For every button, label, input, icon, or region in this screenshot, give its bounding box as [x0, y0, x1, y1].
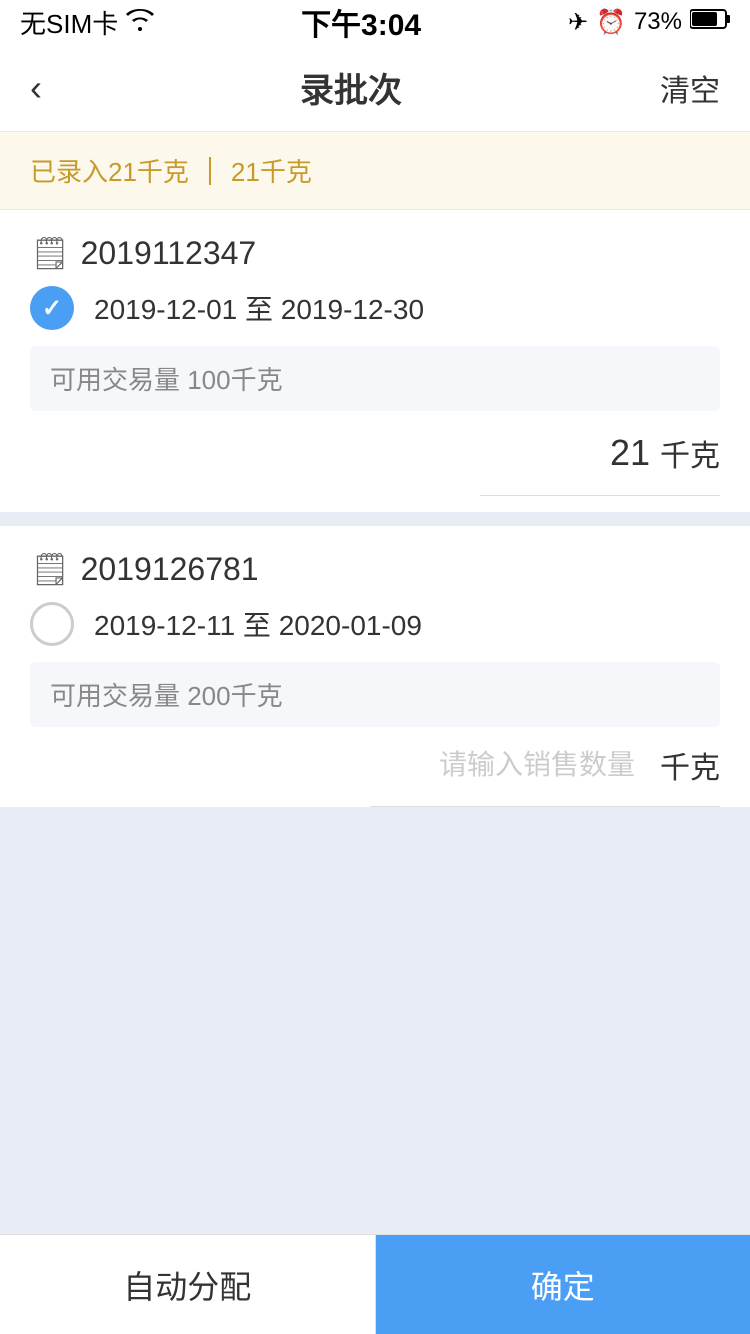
nav-bar: ‹ 录批次 清空	[0, 44, 750, 132]
batch-id-icon-2: 🗒	[30, 550, 71, 588]
batch-card-2: 🗒 2019126781 2019-12-11 至 2020-01-09 可用交…	[0, 526, 750, 807]
batch-id-text-1: 2019112347	[81, 235, 257, 272]
auto-distribute-label: 自动分配	[123, 1262, 251, 1308]
batch-id-text-2: 2019126781	[81, 551, 259, 588]
batch-avail-1: 可用交易量 100千克	[30, 346, 720, 411]
recorded-amount: 21千克	[231, 152, 312, 189]
batch-id-row-1: 🗒 2019112347	[30, 234, 720, 272]
auto-distribute-button[interactable]: 自动分配	[0, 1235, 376, 1334]
batch-id-icon-1: 🗒	[30, 234, 71, 272]
radio-unselected-2[interactable]	[30, 602, 74, 646]
location-icon: ✈	[568, 8, 588, 37]
battery-text: 73%	[634, 8, 682, 36]
section-divider	[0, 512, 750, 526]
input-divider-2	[370, 806, 720, 807]
batch-item-1[interactable]: 🗒 2019112347 ✓ 2019-12-01 至 2019-12-30 可…	[0, 210, 750, 411]
status-right: ✈ ⏰ 73%	[568, 8, 730, 37]
gray-area	[0, 807, 750, 1234]
confirm-label: 确定	[531, 1262, 595, 1308]
input-quantity-row-2: 千克	[0, 727, 750, 807]
quantity-input-2[interactable]	[350, 748, 650, 782]
page-title: 录批次	[300, 63, 402, 112]
batch-avail-2: 可用交易量 200千克	[30, 662, 720, 727]
quantity-unit-1: 千克	[660, 431, 720, 475]
carrier-text: 无SIM卡	[20, 4, 118, 41]
recorded-label: 已录入21千克	[30, 152, 189, 189]
avail-text-1: 可用交易量 100千克	[50, 365, 283, 395]
batch-item-2[interactable]: 🗒 2019126781 2019-12-11 至 2020-01-09 可用交…	[0, 526, 750, 727]
status-time: 下午3:04	[301, 0, 421, 44]
alarm-icon: ⏰	[596, 8, 626, 37]
battery-icon	[690, 8, 730, 37]
clear-button[interactable]: 清空	[660, 66, 720, 110]
wifi-icon	[126, 7, 154, 38]
batch-date-text-1: 2019-12-01 至 2019-12-30	[94, 288, 424, 328]
banner-divider	[209, 157, 211, 185]
avail-text-2: 可用交易量 200千克	[50, 681, 283, 711]
batch-date-row-1: ✓ 2019-12-01 至 2019-12-30	[30, 286, 720, 330]
back-button[interactable]: ‹	[30, 67, 42, 109]
quantity-row-1: 21 千克	[0, 411, 750, 495]
bottom-bar: 自动分配 确定	[0, 1234, 750, 1334]
batch-date-text-2: 2019-12-11 至 2020-01-09	[94, 604, 422, 644]
status-bar: 无SIM卡 下午3:04 ✈ ⏰ 73%	[0, 0, 750, 44]
confirm-button[interactable]: 确定	[376, 1235, 750, 1334]
quantity-value-1: 21	[610, 432, 650, 474]
status-left: 无SIM卡	[20, 4, 154, 41]
batch-date-row-2: 2019-12-11 至 2020-01-09	[30, 602, 720, 646]
check-icon-1: ✓	[42, 294, 62, 323]
info-banner: 已录入21千克 21千克	[0, 132, 750, 210]
input-unit-2: 千克	[660, 743, 720, 787]
radio-selected-1[interactable]: ✓	[30, 286, 74, 330]
batch-card-1: 🗒 2019112347 ✓ 2019-12-01 至 2019-12-30 可…	[0, 210, 750, 512]
batch-id-row-2: 🗒 2019126781	[30, 550, 720, 588]
